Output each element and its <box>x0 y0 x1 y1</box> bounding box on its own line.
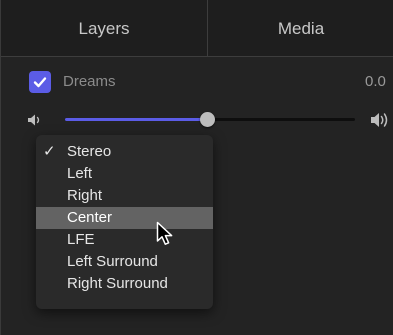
menu-item-left[interactable]: Left <box>36 163 213 185</box>
menu-item-lfe[interactable]: LFE <box>36 229 213 251</box>
menu-item-label: Left Surround <box>67 253 158 270</box>
menu-item-label: Stereo <box>67 143 112 160</box>
volume-slider[interactable] <box>65 112 355 127</box>
menu-item-center[interactable]: Center <box>36 207 213 229</box>
menu-item-label: Left <box>67 165 93 182</box>
volume-slider-knob[interactable] <box>200 112 216 127</box>
menu-item-label: LFE <box>67 231 95 248</box>
menu-item-label: Right <box>67 187 103 204</box>
menu-item-label: Center <box>67 209 113 226</box>
speaker-low-icon <box>28 114 40 126</box>
layer-name: Dreams <box>63 73 116 90</box>
menu-item-label: Right Surround <box>67 275 168 292</box>
channel-dropdown-menu: ✓ Stereo Left Right Center LFE Left Surr… <box>36 135 213 309</box>
inspector-panel: Layers Media Dreams 0.0 ✓ Stereo Left Ri… <box>0 0 393 335</box>
volume-slider-fill <box>65 118 208 121</box>
checkmark-icon: ✓ <box>43 143 56 160</box>
menu-item-left-surround[interactable]: Left Surround <box>36 251 213 273</box>
menu-item-right-surround[interactable]: Right Surround <box>36 273 213 295</box>
tab-media[interactable]: Media <box>208 0 393 57</box>
tab-bar: Layers Media <box>1 0 393 57</box>
checkmark-icon <box>33 77 47 88</box>
arrow-cursor-icon <box>156 221 173 245</box>
menu-item-right[interactable]: Right <box>36 185 213 207</box>
layer-value: 0.0 <box>365 73 386 90</box>
speaker-high-icon <box>371 113 388 127</box>
menu-item-stereo[interactable]: ✓ Stereo <box>36 141 213 163</box>
layer-enable-checkbox[interactable] <box>29 71 51 93</box>
tab-layers[interactable]: Layers <box>1 0 208 57</box>
